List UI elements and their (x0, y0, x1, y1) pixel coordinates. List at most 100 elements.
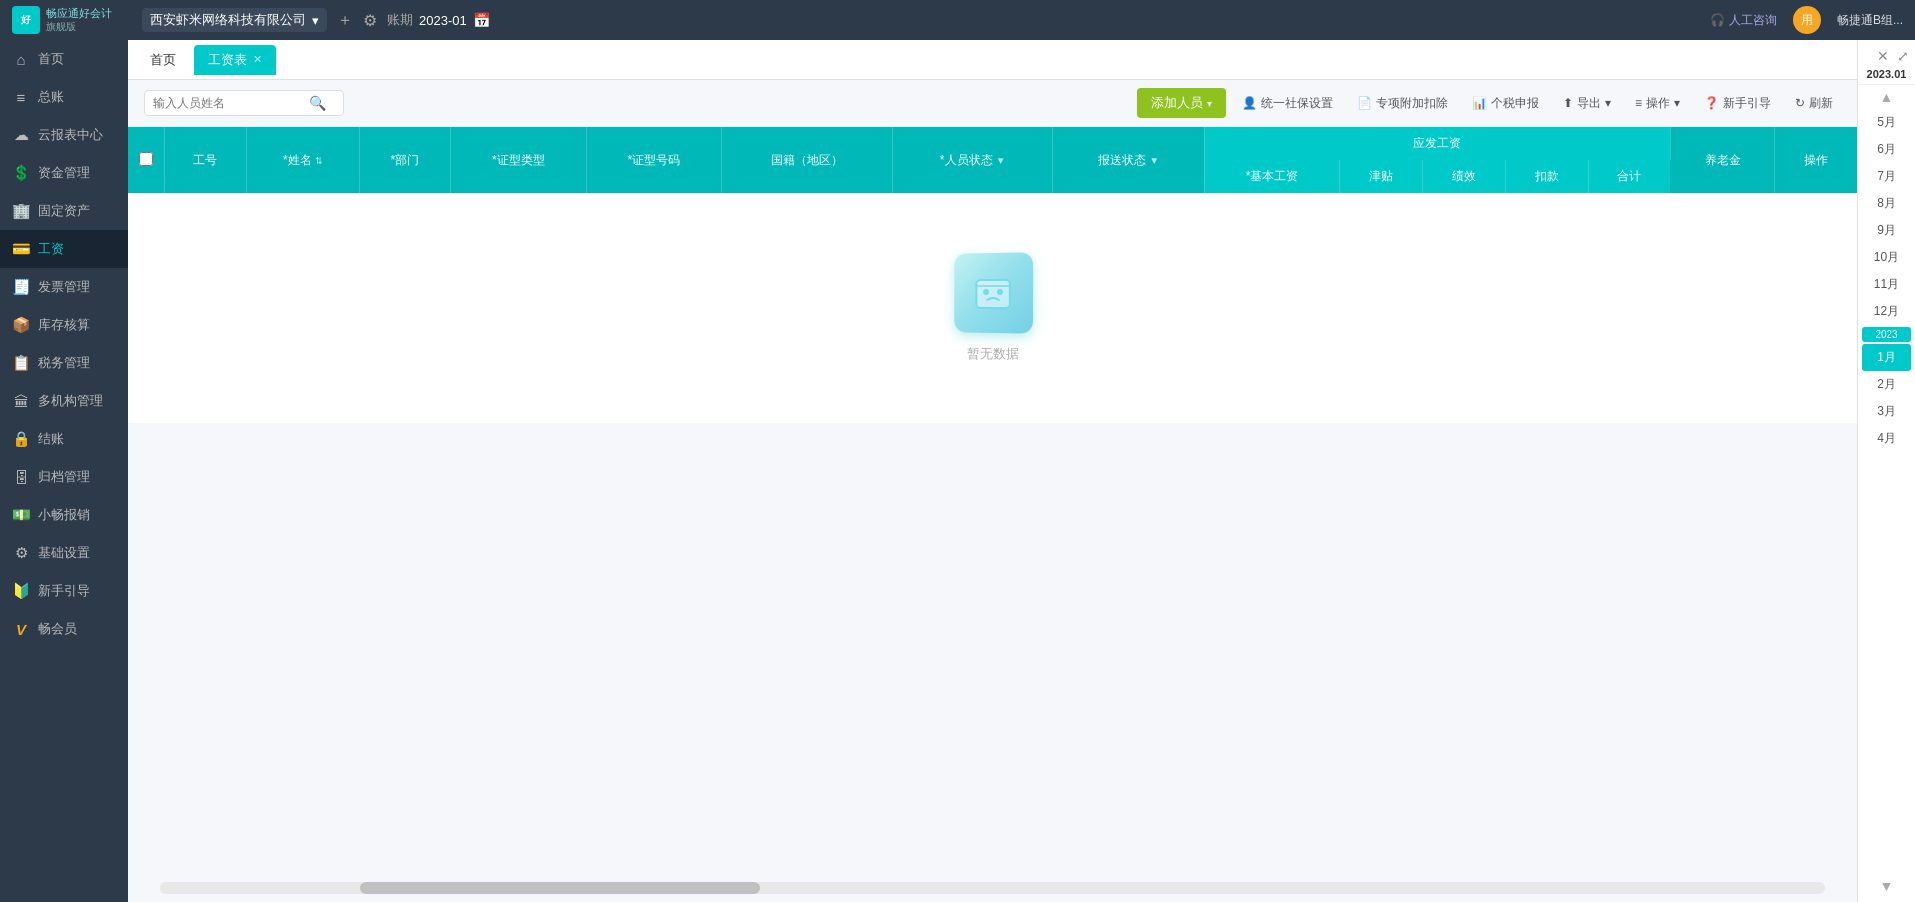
sidebar-item-archive[interactable]: 🗄 归档管理 (0, 458, 128, 496)
export-button[interactable]: ⬆ 导出 ▾ (1555, 91, 1619, 116)
sidebar-item-guide[interactable]: 🔰 新手引导 (0, 572, 128, 610)
tab-salary[interactable]: 工资表 ✕ (194, 45, 276, 75)
col-name[interactable]: *姓名 ⇅ (247, 127, 359, 193)
right-panel-controls: ✕ ⤢ (1858, 44, 1915, 64)
sidebar-item-label: 基础设置 (38, 544, 90, 562)
col-report-status-label: 报送状态 (1098, 153, 1146, 167)
checkbox-header[interactable] (128, 127, 164, 193)
company-selector[interactable]: 西安虾米网络科技有限公司 ▾ (142, 8, 327, 32)
sidebar-item-member[interactable]: V 畅会员 (0, 610, 128, 648)
expand-panel-icon[interactable]: ⤢ (1895, 48, 1911, 64)
month-item-3[interactable]: 3月 (1858, 398, 1915, 425)
month-item-12[interactable]: 12月 (1858, 298, 1915, 325)
sidebar-item-inventory[interactable]: 📦 库存核算 (0, 306, 128, 344)
month-scroll-down-button[interactable]: ▼ (1858, 874, 1915, 898)
sidebar-item-label: 首页 (38, 50, 64, 68)
col-status-label: *人员状态 (940, 153, 993, 167)
month-item-7[interactable]: 7月 (1858, 163, 1915, 190)
year-badge: 2023 (1862, 327, 1911, 342)
sidebar-item-cloud-report[interactable]: ☁ 云报表中心 (0, 116, 128, 154)
sidebar-item-label: 总账 (38, 88, 64, 106)
tax-icon: 📋 (12, 354, 30, 372)
cloud-icon: ☁ (12, 126, 30, 144)
col-allowance: 津贴 (1340, 160, 1423, 193)
sidebar-item-multi-org[interactable]: 🏛 多机构管理 (0, 382, 128, 420)
scrollbar-thumb[interactable] (360, 882, 760, 894)
search-input[interactable] (153, 96, 303, 110)
refresh-button[interactable]: ↻ 刷新 (1787, 91, 1841, 116)
multi-org-icon: 🏛 (12, 393, 30, 410)
period-display: 2023.01 (1858, 64, 1915, 85)
col-status[interactable]: *人员状态 ▼ (893, 127, 1053, 193)
month-item-8[interactable]: 8月 (1858, 190, 1915, 217)
close-panel-icon[interactable]: ✕ (1875, 48, 1891, 64)
special-deduct-label: 专项附加扣除 (1376, 95, 1448, 112)
month-item-6[interactable]: 6月 (1858, 136, 1915, 163)
sidebar-item-home[interactable]: ⌂ 首页 (0, 40, 128, 78)
tab-close-icon[interactable]: ✕ (253, 53, 262, 66)
tax-report-button[interactable]: 📊 个税申报 (1464, 91, 1547, 116)
social-security-button[interactable]: 👤 统一社保设置 (1234, 91, 1341, 116)
col-pension: 养老金 (1670, 127, 1775, 193)
sidebar-item-tax[interactable]: 📋 税务管理 (0, 344, 128, 382)
month-item-4[interactable]: 4月 (1858, 425, 1915, 452)
period-label: 账期 (387, 11, 413, 29)
month-item-9[interactable]: 9月 (1858, 217, 1915, 244)
social-security-label: 统一社保设置 (1261, 95, 1333, 112)
month-scroll-up-button[interactable]: ▲ (1858, 85, 1915, 109)
sidebar-item-label: 工资 (38, 240, 64, 258)
operations-button[interactable]: ≡ 操作 ▾ (1627, 91, 1688, 116)
status-filter-icon[interactable]: ▼ (996, 155, 1006, 166)
top-header: 好 畅应通好会计 旗舰版 西安虾米网络科技有限公司 ▾ ＋ ⚙ 账期 2023-… (0, 0, 1915, 40)
sidebar-item-salary[interactable]: 💳 工资 (0, 230, 128, 268)
logo-area: 好 畅应通好会计 旗舰版 (12, 6, 132, 34)
month-item-11[interactable]: 11月 (1858, 271, 1915, 298)
sidebar-item-fixed-asset[interactable]: 🏢 固定资产 (0, 192, 128, 230)
service-button[interactable]: 🎧 人工咨询 (1710, 12, 1777, 29)
col-report-status[interactable]: 报送状态 ▼ (1053, 127, 1204, 193)
report-filter-icon[interactable]: ▼ (1149, 155, 1159, 166)
add-person-button[interactable]: 添加人员 ▾ (1137, 88, 1226, 118)
salary-table: 工号 *姓名 ⇅ *部门 *证型类型 *证型号码 国籍（地区） *人员状态 (128, 127, 1857, 423)
select-all-checkbox[interactable] (139, 152, 153, 166)
sidebar-item-label: 多机构管理 (38, 392, 103, 410)
sidebar-item-label: 库存核算 (38, 316, 90, 334)
export-arrow-icon: ▾ (1605, 96, 1611, 110)
month-item-2[interactable]: 2月 (1858, 371, 1915, 398)
special-deduct-button[interactable]: 📄 专项附加扣除 (1349, 91, 1456, 116)
sidebar-item-basic-settings[interactable]: ⚙ 基础设置 (0, 534, 128, 572)
add-company-icon[interactable]: ＋ (337, 10, 353, 31)
sidebar-item-fund[interactable]: 💲 资金管理 (0, 154, 128, 192)
search-icon: 🔍 (309, 95, 326, 111)
expense-icon: 💵 (12, 506, 30, 524)
month-item-1[interactable]: 1月 (1862, 344, 1911, 371)
horizontal-scrollbar-area (128, 874, 1857, 902)
sidebar-item-ledger[interactable]: ≡ 总账 (0, 78, 128, 116)
settings-icon[interactable]: ⚙ (363, 11, 377, 30)
guide-button[interactable]: ❓ 新手引导 (1696, 91, 1779, 116)
add-person-label: 添加人员 (1151, 94, 1203, 112)
search-wrap[interactable]: 🔍 (144, 90, 344, 116)
sidebar-item-label: 小畅报销 (38, 506, 90, 524)
sidebar-item-expense[interactable]: 💵 小畅报销 (0, 496, 128, 534)
calendar-icon[interactable]: 📅 (473, 12, 490, 28)
guide-btn-label: 新手引导 (1723, 95, 1771, 112)
period-area: 账期 2023-01 📅 (387, 11, 490, 29)
col-basic-salary: *基本工资 (1204, 160, 1340, 193)
sidebar-item-label: 固定资产 (38, 202, 90, 220)
sidebar-item-label: 资金管理 (38, 164, 90, 182)
service-label: 人工咨询 (1729, 12, 1777, 29)
period-value: 2023-01 (419, 13, 467, 28)
refresh-label: 刷新 (1809, 95, 1833, 112)
sidebar-item-invoice[interactable]: 🧾 发票管理 (0, 268, 128, 306)
sidebar-item-label: 归档管理 (38, 468, 90, 486)
horizontal-scrollbar[interactable] (160, 882, 1825, 894)
tab-home[interactable]: 首页 (136, 45, 190, 75)
fixed-asset-icon: 🏢 (12, 202, 30, 220)
export-label: 导出 (1577, 95, 1601, 112)
name-sort-icon[interactable]: ⇅ (315, 156, 323, 166)
guide-btn-icon: ❓ (1704, 96, 1719, 110)
month-item-5[interactable]: 5月 (1858, 109, 1915, 136)
sidebar-item-close-account[interactable]: 🔒 结账 (0, 420, 128, 458)
month-item-10[interactable]: 10月 (1858, 244, 1915, 271)
